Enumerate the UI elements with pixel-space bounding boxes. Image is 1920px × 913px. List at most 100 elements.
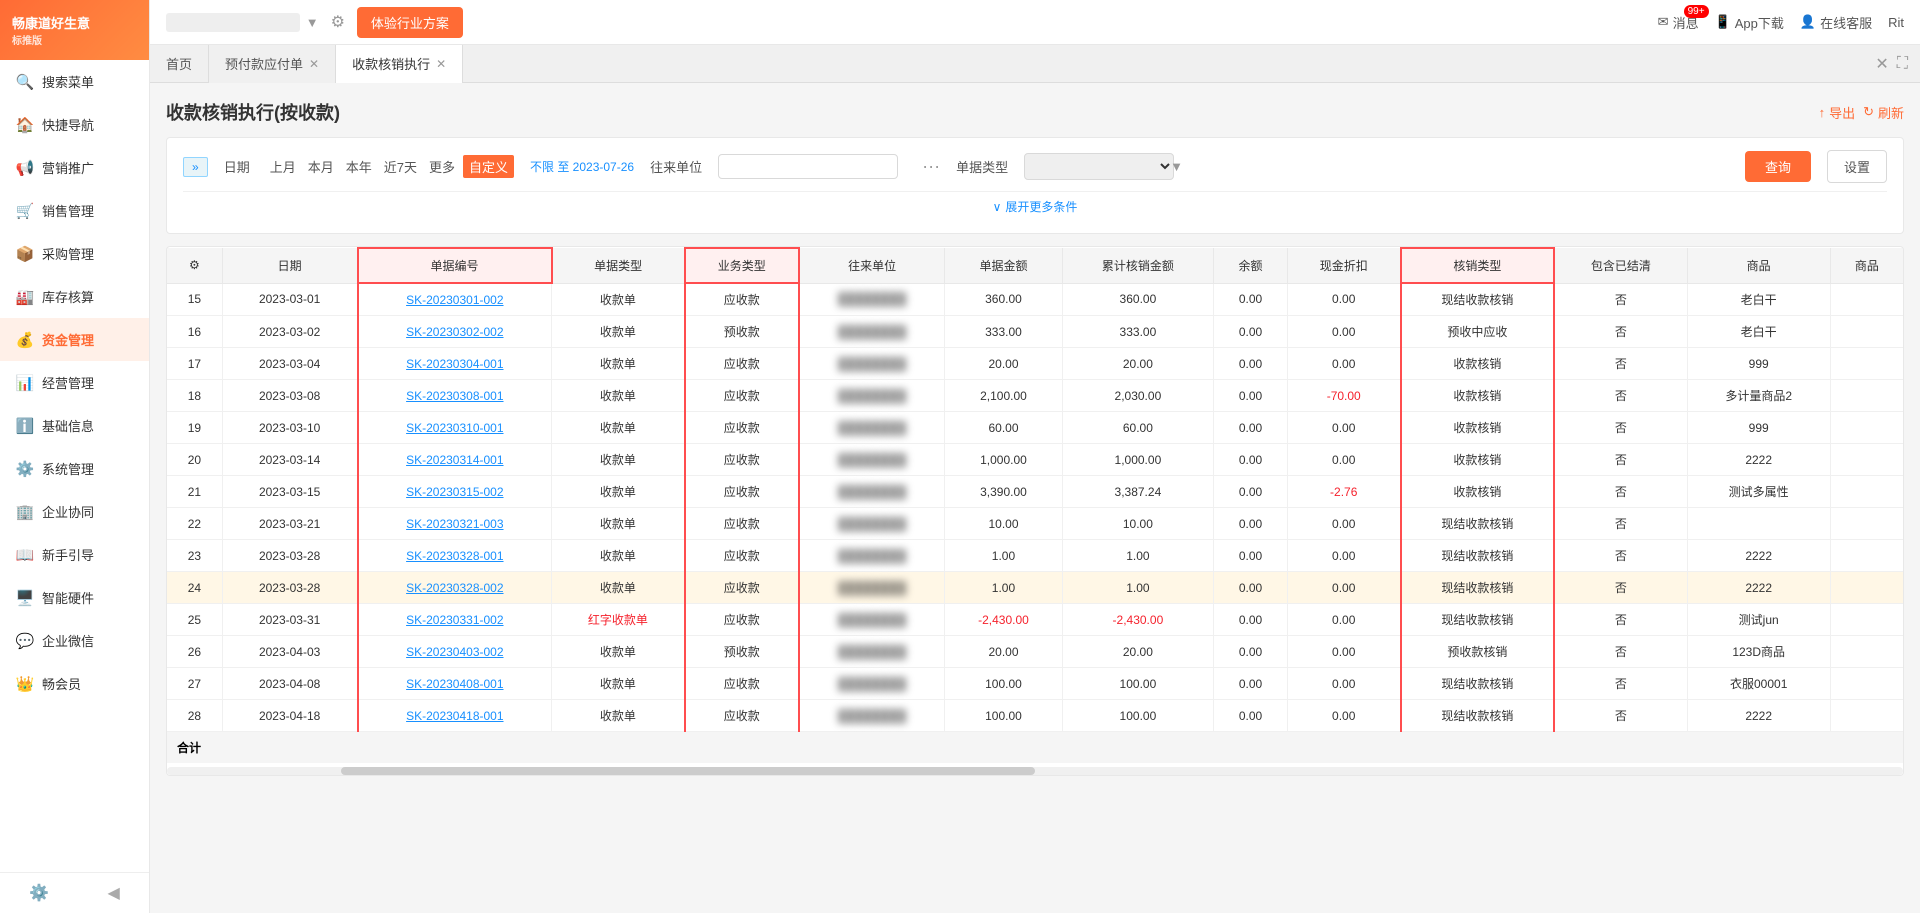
- th-partner[interactable]: 往来单位: [799, 248, 945, 283]
- filter-more-dots[interactable]: ···: [922, 156, 940, 177]
- scrollbar-thumb[interactable]: [341, 767, 1035, 775]
- voucher-type-select[interactable]: [1024, 153, 1174, 180]
- refresh-button[interactable]: ↻ 刷新: [1863, 103, 1904, 122]
- horizontal-scrollbar[interactable]: [167, 767, 1903, 775]
- sidebar-item-finance[interactable]: 💰 资金管理: [0, 318, 149, 361]
- cell-include-settled: 否: [1554, 283, 1687, 316]
- th-amount[interactable]: 单据金额: [945, 248, 1062, 283]
- message-item[interactable]: ✉ 消息 99+: [1658, 13, 1699, 32]
- tab-prepay[interactable]: 预付款应付单 ✕: [209, 45, 336, 83]
- cell-goods2: [1830, 540, 1903, 572]
- cell-bill-type: 收款单: [552, 380, 685, 412]
- prepay-tab-close[interactable]: ✕: [309, 57, 319, 71]
- cell-total-cancel: 20.00: [1062, 636, 1214, 668]
- cell-bill-no[interactable]: SK-20230331-002: [358, 604, 552, 636]
- sidebar-item-operation[interactable]: 📊 经营管理: [0, 361, 149, 404]
- settings-button[interactable]: 设置: [1827, 150, 1887, 183]
- sidebar-item-sales[interactable]: 🛒 销售管理: [0, 189, 149, 232]
- sidebar-item-basic[interactable]: ℹ️ 基础信息: [0, 404, 149, 447]
- date-btn-7days[interactable]: 近7天: [380, 155, 421, 178]
- th-cancel-type[interactable]: 核销类型: [1401, 248, 1554, 283]
- cell-amount: 1.00: [945, 572, 1062, 604]
- partner-filter-label: 往来单位: [650, 157, 702, 176]
- date-btn-custom[interactable]: 自定义: [463, 155, 514, 178]
- logo-sub: 标推版: [12, 32, 90, 47]
- sidebar-item-enterprise[interactable]: 🏢 企业协同: [0, 490, 149, 533]
- cell-bill-no[interactable]: SK-20230328-002: [358, 572, 552, 604]
- sidebar-item-purchase[interactable]: 📦 采购管理: [0, 232, 149, 275]
- cell-date: 2023-03-08: [222, 380, 357, 412]
- sidebar-item-wechat[interactable]: 💬 企业微信: [0, 619, 149, 662]
- date-btn-more[interactable]: 更多: [425, 155, 459, 178]
- cell-bill-no[interactable]: SK-20230403-002: [358, 636, 552, 668]
- sidebar-item-member[interactable]: 👑 畅会员: [0, 662, 149, 705]
- sidebar-settings-icon[interactable]: ⚙️: [29, 883, 49, 903]
- tab-collection[interactable]: 收款核销执行 ✕: [336, 45, 463, 83]
- export-icon: ↑: [1819, 105, 1826, 120]
- cell-bill-no[interactable]: SK-20230308-001: [358, 380, 552, 412]
- sidebar-collapse-icon[interactable]: ◀: [107, 883, 119, 903]
- user-item[interactable]: Rit: [1888, 15, 1904, 30]
- logo-name: 畅康道好生意: [12, 13, 90, 32]
- sidebar-item-inventory[interactable]: 🏭 库存核算: [0, 275, 149, 318]
- cell-goods2: [1830, 668, 1903, 700]
- th-bill-type[interactable]: 单据类型: [552, 248, 685, 283]
- cell-bill-no[interactable]: SK-20230314-001: [358, 444, 552, 476]
- brand-text: ████████: [166, 13, 300, 32]
- online-service-item[interactable]: 👤 在线客服: [1800, 13, 1872, 32]
- th-goods2[interactable]: 商品: [1830, 248, 1903, 283]
- cell-balance: 0.00: [1214, 283, 1287, 316]
- cell-bill-no[interactable]: SK-20230321-003: [358, 508, 552, 540]
- tab-home[interactable]: 首页: [150, 45, 209, 83]
- cell-bill-no[interactable]: SK-20230302-002: [358, 316, 552, 348]
- th-include-settled[interactable]: 包含已结清: [1554, 248, 1687, 283]
- th-biz-type[interactable]: 业务类型: [685, 248, 799, 283]
- sidebar-item-marketing[interactable]: 📢 营销推广: [0, 146, 149, 189]
- solution-button[interactable]: 体验行业方案: [357, 7, 463, 38]
- sidebar-item-newbie[interactable]: 📖 新手引导: [0, 533, 149, 576]
- cell-discount: 0.00: [1287, 700, 1400, 732]
- th-discount[interactable]: 现金折扣: [1287, 248, 1400, 283]
- th-goods[interactable]: 商品: [1687, 248, 1830, 283]
- date-btn-this-month[interactable]: 本月: [304, 155, 338, 178]
- partner-input[interactable]: [718, 154, 898, 179]
- cell-bill-no[interactable]: SK-20230418-001: [358, 700, 552, 732]
- cell-goods2: [1830, 444, 1903, 476]
- cell-bill-no[interactable]: SK-20230301-002: [358, 283, 552, 316]
- sidebar-item-search[interactable]: 🔍 搜索菜单: [0, 60, 149, 103]
- sidebar-item-hardware[interactable]: 🖥️ 智能硬件: [0, 576, 149, 619]
- tab-close-all-icon[interactable]: ✕: [1875, 54, 1888, 74]
- tab-expand-icon[interactable]: ⛶: [1897, 55, 1908, 73]
- cell-bill-no[interactable]: SK-20230310-001: [358, 412, 552, 444]
- th-balance[interactable]: 余额: [1214, 248, 1287, 283]
- cell-discount: 0.00: [1287, 348, 1400, 380]
- export-button[interactable]: ↑ 导出: [1819, 103, 1856, 122]
- app-download-item[interactable]: 📱 App下载: [1715, 13, 1784, 32]
- chevron-down-icon[interactable]: ▼: [306, 15, 319, 30]
- cell-cancel-type: 现结收款核销: [1401, 283, 1554, 316]
- topbar-gear-icon[interactable]: ⚙: [331, 12, 345, 32]
- sidebar: 畅康道好生意 标推版 🔍 搜索菜单 🏠 快捷导航 📢 营销推广 🛒 销售管理 📦…: [0, 0, 150, 913]
- th-date[interactable]: 日期: [222, 248, 357, 283]
- cell-bill-no[interactable]: SK-20230328-001: [358, 540, 552, 572]
- cell-balance: 0.00: [1214, 668, 1287, 700]
- cell-bill-no[interactable]: SK-20230304-001: [358, 348, 552, 380]
- th-bill-no[interactable]: 单据编号: [358, 248, 552, 283]
- filter-expand-button[interactable]: »: [183, 157, 208, 177]
- cell-bill-no[interactable]: SK-20230315-002: [358, 476, 552, 508]
- collection-tab-close[interactable]: ✕: [436, 57, 446, 71]
- expand-more-button[interactable]: ∨ 展开更多条件: [993, 198, 1078, 215]
- cell-total-cancel: 20.00: [1062, 348, 1214, 380]
- cell-seq: 27: [167, 668, 222, 700]
- cell-amount: 3,390.00: [945, 476, 1062, 508]
- cell-biz-type: 应收款: [685, 444, 799, 476]
- query-button[interactable]: 查询: [1745, 151, 1811, 182]
- sidebar-item-quicknav[interactable]: 🏠 快捷导航: [0, 103, 149, 146]
- cell-bill-no[interactable]: SK-20230408-001: [358, 668, 552, 700]
- cell-partner: ████████: [799, 283, 945, 316]
- date-btn-last-month[interactable]: 上月: [266, 155, 300, 178]
- cell-include-settled: 否: [1554, 700, 1687, 732]
- th-total-cancel[interactable]: 累计核销金额: [1062, 248, 1214, 283]
- sidebar-item-system[interactable]: ⚙️ 系统管理: [0, 447, 149, 490]
- date-btn-this-year[interactable]: 本年: [342, 155, 376, 178]
